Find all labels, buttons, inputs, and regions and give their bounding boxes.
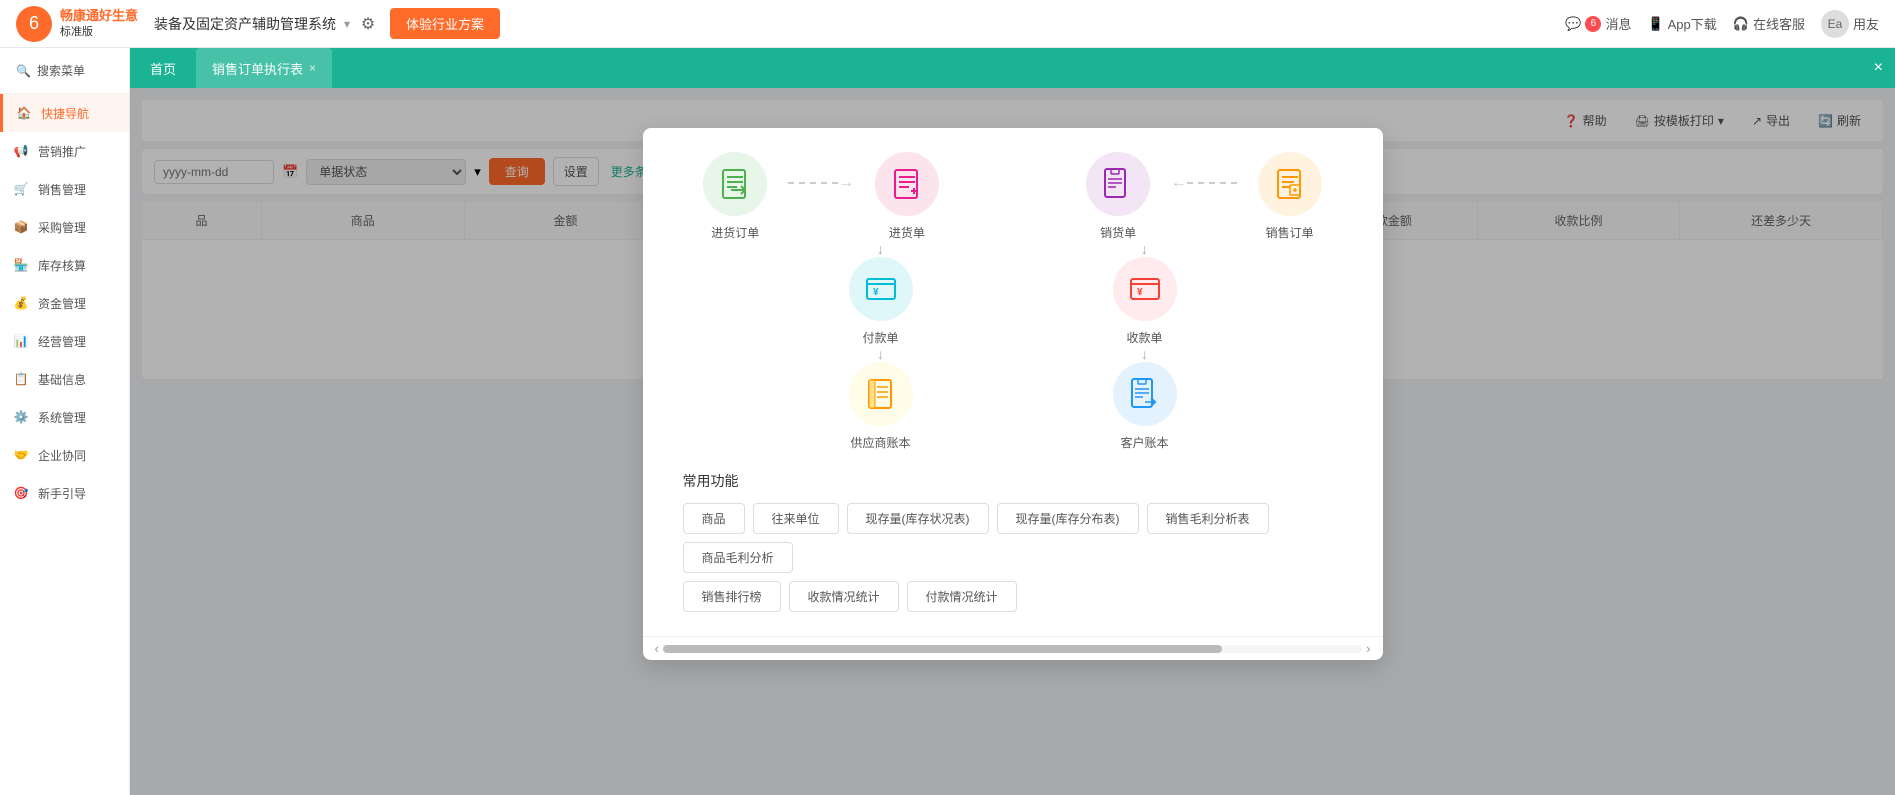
tab-close-button[interactable]: ×: [309, 61, 316, 75]
supplier-ledger-circle: [849, 362, 913, 426]
message-button[interactable]: 💬 6 消息: [1565, 14, 1631, 33]
flow-node-customer-ledger[interactable]: 客户账本: [1085, 362, 1205, 451]
common-btn-product-gross[interactable]: 商品毛利分析: [683, 542, 793, 573]
top-bar: 6 畅康通好生意 标准版 装备及固定资产辅助管理系统 ▾ ⚙ 体验行业方案 💬 …: [0, 0, 1895, 48]
scroll-thumb[interactable]: [663, 645, 1222, 653]
guide-icon: 🎯: [12, 484, 30, 502]
marketing-icon: 📢: [12, 142, 30, 160]
sidebar-item-inventory[interactable]: 🏪 库存核算: [0, 246, 129, 284]
common-btn-contacts[interactable]: 往来单位: [753, 503, 839, 534]
common-btn-stock-dist[interactable]: 现存量(库存分布表): [997, 503, 1139, 534]
try-button[interactable]: 体验行业方案: [390, 8, 500, 39]
logo-text: 畅康通好生意 标准版: [60, 8, 138, 39]
settings-button[interactable]: ⚙: [354, 10, 382, 38]
tab-home[interactable]: 首页: [130, 48, 196, 88]
message-badge: 6: [1585, 16, 1601, 32]
common-functions-section: 常用功能 商品 往来单位 现存量(库存状况表) 现存量(库存分布表) 销售毛利分…: [683, 471, 1343, 612]
top-right-area: 💬 6 消息 📱 App下载 🎧 在线客服 Ea 用友: [1565, 10, 1879, 38]
search-icon: 🔍: [16, 64, 31, 78]
service-icon: 🎧: [1733, 16, 1749, 32]
system-name-text: 装备及固定资产辅助管理系统: [154, 14, 336, 34]
sales-order-circle: [1258, 152, 1322, 216]
flow-node-sales-order[interactable]: 销售订单: [1237, 152, 1343, 241]
flow-node-purchase-bill[interactable]: 进货单: [854, 152, 960, 241]
common-buttons-list-2: 销售排行榜 收款情况统计 付款情况统计: [683, 581, 1343, 612]
common-btn-sales-gross[interactable]: 销售毛利分析表: [1147, 503, 1269, 534]
sidebar: 🔍 搜索菜单 🏠 快捷导航 📢 营销推广 🛒 销售管理 📦 采购管理: [0, 48, 130, 795]
flow-node-sales-bill[interactable]: 销货单: [1065, 152, 1171, 241]
system-icon: ⚙️: [12, 408, 30, 426]
basic-icon: 📋: [12, 370, 30, 388]
user-menu[interactable]: Ea 用友: [1821, 10, 1879, 38]
modal-content: 进货订单 →: [643, 128, 1383, 636]
quick-nav-icon: 🏠: [15, 104, 33, 122]
svg-text:¥: ¥: [873, 287, 879, 298]
sidebar-item-guide[interactable]: 🎯 新手引导: [0, 474, 129, 512]
avatar: Ea: [1821, 10, 1849, 38]
tab-right: ×: [1874, 59, 1895, 77]
purchase-icon: 📦: [12, 218, 30, 236]
svg-text:¥: ¥: [1137, 287, 1143, 298]
mobile-icon: 📱: [1647, 16, 1663, 32]
online-service-button[interactable]: 🎧 在线客服: [1733, 14, 1805, 33]
tab-sales-order[interactable]: 销售订单执行表 ×: [196, 48, 332, 88]
scroll-right-button[interactable]: ›: [1362, 641, 1374, 656]
main-area: 🔍 搜索菜单 🏠 快捷导航 📢 营销推广 🛒 销售管理 📦 采购管理: [0, 48, 1895, 795]
flow-node-receipt[interactable]: ¥ 收款单: [1085, 257, 1205, 346]
common-functions-title: 常用功能: [683, 471, 1343, 491]
sidebar-item-finance[interactable]: 💰 资金管理: [0, 284, 129, 322]
sidebar-item-system[interactable]: ⚙️ 系统管理: [0, 398, 129, 436]
purchase-bill-circle: [875, 152, 939, 216]
common-btn-product[interactable]: 商品: [683, 503, 745, 534]
common-btn-payment-stats[interactable]: 付款情况统计: [907, 581, 1017, 612]
message-icon: 💬: [1565, 16, 1581, 32]
scroll-left-button[interactable]: ‹: [651, 641, 663, 656]
purchase-order-circle: [703, 152, 767, 216]
flow-modal: 进货订单 →: [643, 128, 1383, 660]
payment-circle: ¥: [849, 257, 913, 321]
flow-node-payment[interactable]: ¥ 付款单: [821, 257, 941, 346]
app-wrapper: 6 畅康通好生意 标准版 装备及固定资产辅助管理系统 ▾ ⚙ 体验行业方案 💬 …: [0, 0, 1895, 795]
system-title: 装备及固定资产辅助管理系统 ▾: [154, 14, 350, 34]
content-area: 首页 销售订单执行表 × × ❓ 帮助: [130, 48, 1895, 795]
finance-icon: 💰: [12, 294, 30, 312]
flow-node-purchase-order[interactable]: 进货订单: [683, 152, 789, 241]
receipt-circle: ¥: [1113, 257, 1177, 321]
sales-icon: 🛒: [12, 180, 30, 198]
sidebar-item-sales[interactable]: 🛒 销售管理: [0, 170, 129, 208]
inventory-icon: 🏪: [12, 256, 30, 274]
modal-overlay[interactable]: 进货订单 →: [130, 88, 1895, 795]
tab-content: ❓ 帮助 🖨 按模板打印 ▾ ↗ 导出 🔄: [130, 88, 1895, 795]
search-menu-button[interactable]: 🔍 搜索菜单: [8, 56, 121, 85]
logo-area: 6 畅康通好生意 标准版: [16, 6, 146, 42]
customer-ledger-circle: [1113, 362, 1177, 426]
sidebar-item-purchase[interactable]: 📦 采购管理: [0, 208, 129, 246]
tab-bar: 首页 销售订单执行表 × ×: [130, 48, 1895, 88]
common-buttons-list: 商品 往来单位 现存量(库存状况表) 现存量(库存分布表) 销售毛利分析表 商品…: [683, 503, 1343, 573]
logo-icon: 6: [16, 6, 52, 42]
scroll-track[interactable]: [663, 645, 1362, 653]
system-dropdown-icon[interactable]: ▾: [344, 17, 350, 31]
sales-bill-circle: [1086, 152, 1150, 216]
sidebar-item-business[interactable]: 📊 经营管理: [0, 322, 129, 360]
flow-node-supplier-ledger[interactable]: 供应商账本: [821, 362, 941, 451]
app-download-button[interactable]: 📱 App下载: [1647, 14, 1716, 33]
modal-scrollbar-area: ‹ ›: [643, 636, 1383, 660]
sidebar-item-cooperation[interactable]: 🤝 企业协同: [0, 436, 129, 474]
sidebar-item-basic[interactable]: 📋 基础信息: [0, 360, 129, 398]
sidebar-item-quick-nav[interactable]: 🏠 快捷导航: [0, 94, 129, 132]
common-btn-stock-status[interactable]: 现存量(库存状况表): [847, 503, 989, 534]
cooperation-icon: 🤝: [12, 446, 30, 464]
common-btn-sales-rank[interactable]: 销售排行榜: [683, 581, 781, 612]
sidebar-search-area: 🔍 搜索菜单: [0, 48, 129, 94]
common-btn-receipt-stats[interactable]: 收款情况统计: [789, 581, 899, 612]
business-icon: 📊: [12, 332, 30, 350]
sidebar-item-marketing[interactable]: 📢 营销推广: [0, 132, 129, 170]
close-all-tabs-button[interactable]: ×: [1874, 59, 1883, 76]
